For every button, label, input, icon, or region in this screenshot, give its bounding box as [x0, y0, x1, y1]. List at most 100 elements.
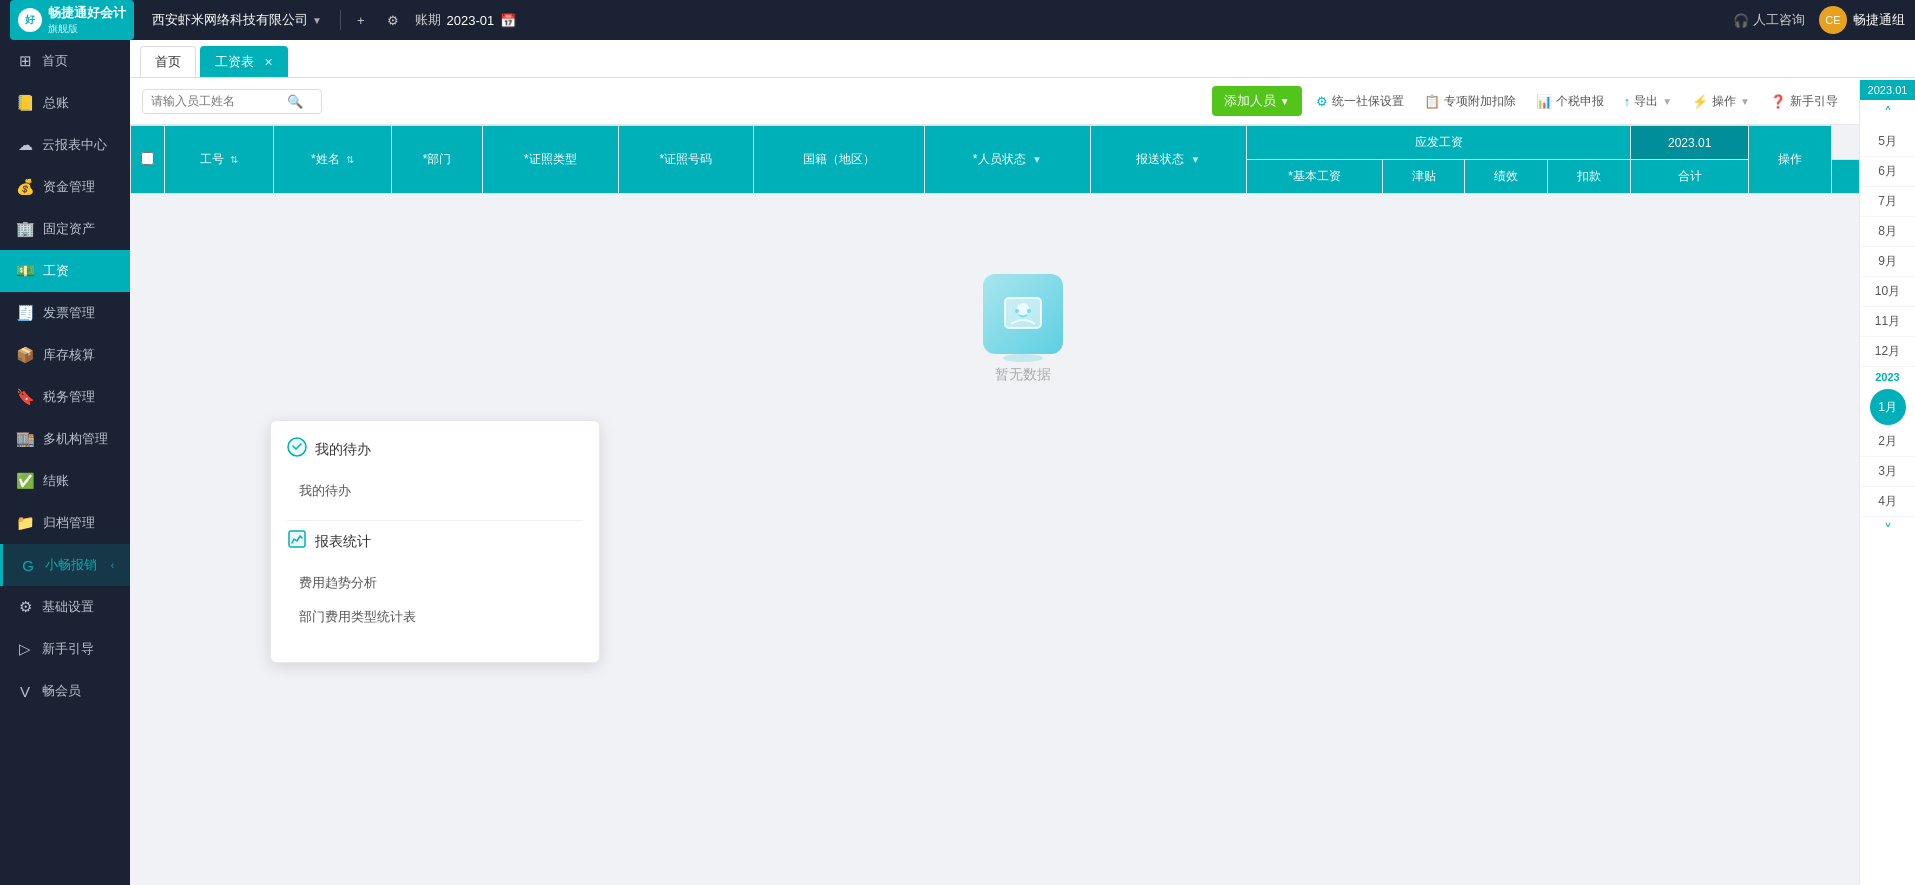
tab-home-label: 首页 — [155, 54, 181, 69]
guide-icon: ▷ — [16, 640, 34, 658]
report-section-icon — [287, 529, 307, 554]
date-month-10[interactable]: 10月 — [1860, 277, 1915, 307]
search-icon[interactable]: 🔍 — [287, 94, 303, 109]
operation-icon: ⚡ — [1692, 94, 1708, 109]
date-year-2023: 2023 — [1871, 367, 1903, 387]
sidebar-label-home: 首页 — [42, 52, 68, 70]
filter-report-status-icon[interactable]: ▼ — [1191, 154, 1201, 165]
date-month-8[interactable]: 8月 — [1860, 217, 1915, 247]
company-selector[interactable]: 西安虾米网络科技有限公司 ▼ — [144, 0, 330, 40]
sidebar-item-multi-org[interactable]: 🏬 多机构管理 — [0, 418, 130, 460]
user-area[interactable]: CE 畅捷通组 — [1819, 6, 1905, 34]
sidebar-label-basic: 基础设置 — [42, 598, 94, 616]
tab-close-icon[interactable]: ✕ — [264, 56, 273, 68]
sidebar-item-archive[interactable]: 📁 归档管理 — [0, 502, 130, 544]
sidebar-item-ledger[interactable]: 📒 总账 — [0, 82, 130, 124]
company-name: 西安虾米网络科技有限公司 — [152, 11, 308, 29]
popup-menu: 我的待办 我的待办 报表统计 费用趋势分析 部门费用类型统计表 — [270, 420, 600, 663]
top-right: 🎧 人工咨询 CE 畅捷通组 — [1733, 6, 1905, 34]
date-panel-down-nav[interactable]: ˅ — [1880, 517, 1896, 544]
popup-todo-header: 我的待办 — [287, 437, 583, 462]
ledger-icon: 📒 — [16, 94, 35, 112]
sidebar-item-guide[interactable]: ▷ 新手引导 — [0, 628, 130, 670]
special-deduction-action[interactable]: 📋 专项附加扣除 — [1418, 89, 1522, 114]
date-month-1-current[interactable]: 1月 — [1870, 389, 1906, 425]
sidebar-item-tax[interactable]: 🔖 税务管理 — [0, 376, 130, 418]
basic-icon: ⚙ — [16, 598, 34, 616]
sidebar-item-home[interactable]: ⊞ 首页 — [0, 40, 130, 82]
sidebar-label-guide: 新手引导 — [42, 640, 94, 658]
th-performance: 绩效 — [1465, 160, 1548, 194]
sidebar-label-tax: 税务管理 — [43, 388, 95, 406]
sidebar-label-invoice: 发票管理 — [43, 304, 95, 322]
add-person-label: 添加人员 — [1224, 92, 1276, 110]
main-content: 首页 工资表 ✕ 🔍 添加人员 ▼ ⚙ 统一社保设置 📋 专项附加扣除 — [130, 40, 1915, 885]
sidebar-item-member[interactable]: V 畅会员 — [0, 670, 130, 712]
date-panel-up-nav[interactable]: ˄ — [1880, 100, 1896, 127]
popup-item-my-todo[interactable]: 我的待办 — [287, 474, 583, 508]
tax-report-action[interactable]: 📊 个税申报 — [1530, 89, 1610, 114]
date-month-9[interactable]: 9月 — [1860, 247, 1915, 277]
date-month-6[interactable]: 6月 — [1860, 157, 1915, 187]
sidebar-item-fund[interactable]: 💰 资金管理 — [0, 166, 130, 208]
social-security-icon: ⚙ — [1316, 94, 1328, 109]
date-month-7[interactable]: 7月 — [1860, 187, 1915, 217]
sidebar-label-salary: 工资 — [43, 262, 69, 280]
new-guide-label: 新手引导 — [1790, 93, 1838, 110]
customer-service-btn[interactable]: 🎧 人工咨询 — [1733, 11, 1805, 29]
date-month-2[interactable]: 2月 — [1860, 427, 1915, 457]
sidebar-item-invoice[interactable]: 🧾 发票管理 — [0, 292, 130, 334]
logo-icon: 好 — [18, 8, 42, 32]
date-month-11[interactable]: 11月 — [1860, 307, 1915, 337]
sidebar-item-inventory[interactable]: 📦 库存核算 — [0, 334, 130, 376]
th-id-type: *证照类型 — [483, 126, 618, 194]
th-id-number: *证照号码 — [618, 126, 753, 194]
sidebar-item-xiaochang[interactable]: G 小畅报销 ‹ — [0, 544, 130, 586]
invoice-icon: 🧾 — [16, 304, 35, 322]
search-input[interactable] — [151, 94, 281, 108]
sidebar-item-cloud-report[interactable]: ☁ 云报表中心 — [0, 124, 130, 166]
add-person-button[interactable]: 添加人员 ▼ — [1212, 86, 1302, 116]
home-icon: ⊞ — [16, 52, 34, 70]
logo-area: 好 畅捷通好会计 旗舰版 — [10, 0, 134, 40]
tab-salary-label: 工资表 — [215, 54, 254, 69]
sort-job-number-icon[interactable]: ⇅ — [230, 154, 238, 165]
xiaochang-icon: G — [19, 557, 37, 574]
filter-person-status-icon[interactable]: ▼ — [1032, 154, 1042, 165]
date-month-12[interactable]: 12月 — [1860, 337, 1915, 367]
sidebar-item-fixed-assets[interactable]: 🏢 固定资产 — [0, 208, 130, 250]
add-top-btn[interactable]: + — [351, 13, 371, 28]
svg-point-2 — [1015, 309, 1019, 313]
popup-report-header: 报表统计 — [287, 529, 583, 554]
tab-home[interactable]: 首页 — [140, 46, 196, 77]
export-action[interactable]: ↑ 导出 ▼ — [1618, 89, 1678, 114]
popup-item-expense-trend[interactable]: 费用趋势分析 — [287, 566, 583, 600]
period-value: 2023-01 — [447, 13, 495, 28]
popup-report-title: 报表统计 — [315, 533, 371, 551]
th-nationality: 国籍（地区） — [754, 126, 925, 194]
th-operation: 操作 — [1749, 126, 1832, 194]
social-security-action[interactable]: ⚙ 统一社保设置 — [1310, 89, 1410, 114]
sidebar-item-salary[interactable]: 💵 工资 — [0, 250, 130, 292]
sidebar-item-basic[interactable]: ⚙ 基础设置 — [0, 586, 130, 628]
tax-report-label: 个税申报 — [1556, 93, 1604, 110]
sidebar-item-closing[interactable]: ✅ 结账 — [0, 460, 130, 502]
settings-top-btn[interactable]: ⚙ — [381, 13, 405, 28]
new-guide-action[interactable]: ❓ 新手引导 — [1764, 89, 1844, 114]
svg-point-1 — [1017, 303, 1029, 315]
add-person-arrow: ▼ — [1280, 96, 1290, 107]
fund-icon: 💰 — [16, 178, 35, 196]
calendar-icon[interactable]: 📅 — [500, 13, 516, 28]
date-month-5[interactable]: 5月 — [1860, 127, 1915, 157]
inventory-icon: 📦 — [16, 346, 35, 364]
th-name: *姓名 ⇅ — [274, 126, 392, 194]
select-all-checkbox[interactable] — [141, 152, 154, 165]
tab-bar: 首页 工资表 ✕ — [130, 40, 1915, 78]
date-month-4[interactable]: 4月 — [1860, 487, 1915, 517]
popup-item-dept-expense[interactable]: 部门费用类型统计表 — [287, 600, 583, 634]
sort-name-icon[interactable]: ⇅ — [346, 154, 354, 165]
operation-action[interactable]: ⚡ 操作 ▼ — [1686, 89, 1756, 114]
member-icon: V — [16, 683, 34, 700]
tab-salary-table[interactable]: 工资表 ✕ — [200, 46, 288, 77]
date-month-3[interactable]: 3月 — [1860, 457, 1915, 487]
